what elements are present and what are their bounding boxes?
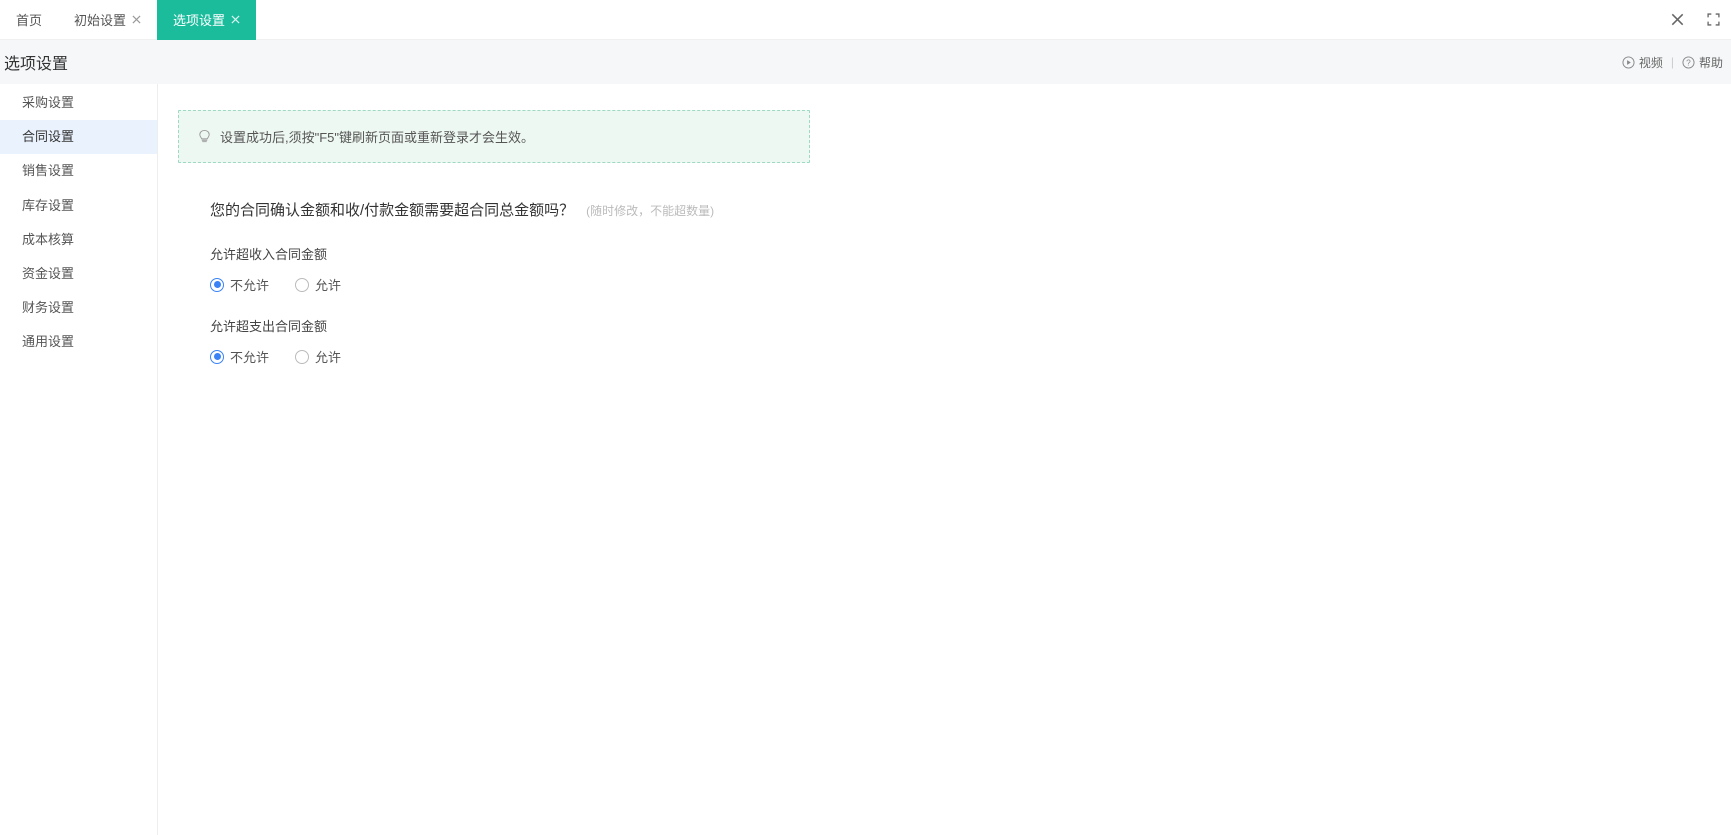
tab-option-settings[interactable]: 选项设置 [157, 0, 256, 40]
radio-icon [210, 350, 224, 364]
main-area: 采购设置 合同设置 销售设置 库存设置 成本核算 资金设置 财务设置 通用设置 … [0, 84, 1731, 835]
tabs-right-actions [1663, 6, 1731, 34]
close-icon[interactable] [132, 15, 141, 24]
radio-label: 不允许 [230, 347, 269, 366]
tabs-bar: 首页 初始设置 选项设置 [0, 0, 1731, 40]
radio-icon [295, 278, 309, 292]
lightbulb-icon [197, 129, 212, 144]
setting-label: 允许超收入合同金额 [210, 244, 1711, 263]
tip-box: 设置成功后,须按"F5"键刷新页面或重新登录才会生效。 [178, 110, 810, 163]
play-icon [1622, 56, 1635, 69]
sidebar-item-label: 资金设置 [22, 266, 74, 281]
sidebar-item-funds[interactable]: 资金设置 [0, 257, 157, 291]
radio-label: 允许 [315, 275, 341, 294]
sidebar-item-contract[interactable]: 合同设置 [0, 120, 157, 154]
tab-label: 选项设置 [173, 10, 225, 29]
video-label: 视频 [1639, 54, 1663, 71]
setting-over-income: 允许超收入合同金额 不允许 允许 [210, 244, 1711, 294]
page-title: 选项设置 [4, 50, 68, 74]
settings-section: 您的合同确认金额和收/付款金额需要超合同总金额吗？ (随时修改，不能超数量) 允… [178, 199, 1711, 366]
svg-text:?: ? [1686, 57, 1691, 67]
setting-label: 允许超支出合同金额 [210, 316, 1711, 335]
tab-label: 初始设置 [74, 10, 126, 29]
divider: | [1671, 55, 1674, 69]
tab-initial-settings[interactable]: 初始设置 [58, 0, 157, 40]
sidebar-item-label: 销售设置 [22, 163, 74, 178]
subheader: 选项设置 视频 | ? 帮助 [0, 40, 1731, 84]
sidebar-item-label: 财务设置 [22, 300, 74, 315]
section-title: 您的合同确认金额和收/付款金额需要超合同总金额吗？ [210, 199, 574, 220]
radio-group: 不允许 允许 [210, 347, 1711, 366]
sidebar-item-cost[interactable]: 成本核算 [0, 223, 157, 257]
sidebar-item-purchase[interactable]: 采购设置 [0, 86, 157, 120]
radio-label: 允许 [315, 347, 341, 366]
subheader-actions: 视频 | ? 帮助 [1622, 54, 1723, 71]
tab-label: 首页 [16, 10, 42, 29]
radio-disallow[interactable]: 不允许 [210, 347, 269, 366]
sidebar-item-label: 通用设置 [22, 334, 74, 349]
sidebar-item-label: 成本核算 [22, 232, 74, 247]
tip-text: 设置成功后,须按"F5"键刷新页面或重新登录才会生效。 [220, 127, 534, 146]
help-link[interactable]: ? 帮助 [1682, 54, 1723, 71]
sidebar-item-label: 采购设置 [22, 95, 74, 110]
sidebar-item-sales[interactable]: 销售设置 [0, 154, 157, 188]
radio-label: 不允许 [230, 275, 269, 294]
section-subtitle: (随时修改，不能超数量) [586, 202, 714, 219]
help-label: 帮助 [1699, 54, 1723, 71]
sidebar-item-label: 库存设置 [22, 198, 74, 213]
sidebar: 采购设置 合同设置 销售设置 库存设置 成本核算 资金设置 财务设置 通用设置 [0, 84, 158, 835]
radio-icon [210, 278, 224, 292]
tab-home[interactable]: 首页 [0, 0, 58, 40]
radio-icon [295, 350, 309, 364]
sidebar-item-label: 合同设置 [22, 129, 74, 144]
radio-allow[interactable]: 允许 [295, 347, 341, 366]
help-icon: ? [1682, 56, 1695, 69]
radio-group: 不允许 允许 [210, 275, 1711, 294]
sidebar-item-general[interactable]: 通用设置 [0, 325, 157, 359]
setting-over-expense: 允许超支出合同金额 不允许 允许 [210, 316, 1711, 366]
content: 设置成功后,须按"F5"键刷新页面或重新登录才会生效。 您的合同确认金额和收/付… [158, 84, 1731, 835]
video-link[interactable]: 视频 [1622, 54, 1663, 71]
sidebar-item-finance[interactable]: 财务设置 [0, 291, 157, 325]
expand-icon[interactable] [1699, 6, 1727, 34]
radio-allow[interactable]: 允许 [295, 275, 341, 294]
close-all-icon[interactable] [1663, 6, 1691, 34]
close-icon[interactable] [231, 15, 240, 24]
sidebar-item-inventory[interactable]: 库存设置 [0, 189, 157, 223]
section-header: 您的合同确认金额和收/付款金额需要超合同总金额吗？ (随时修改，不能超数量) [210, 199, 1711, 220]
radio-disallow[interactable]: 不允许 [210, 275, 269, 294]
